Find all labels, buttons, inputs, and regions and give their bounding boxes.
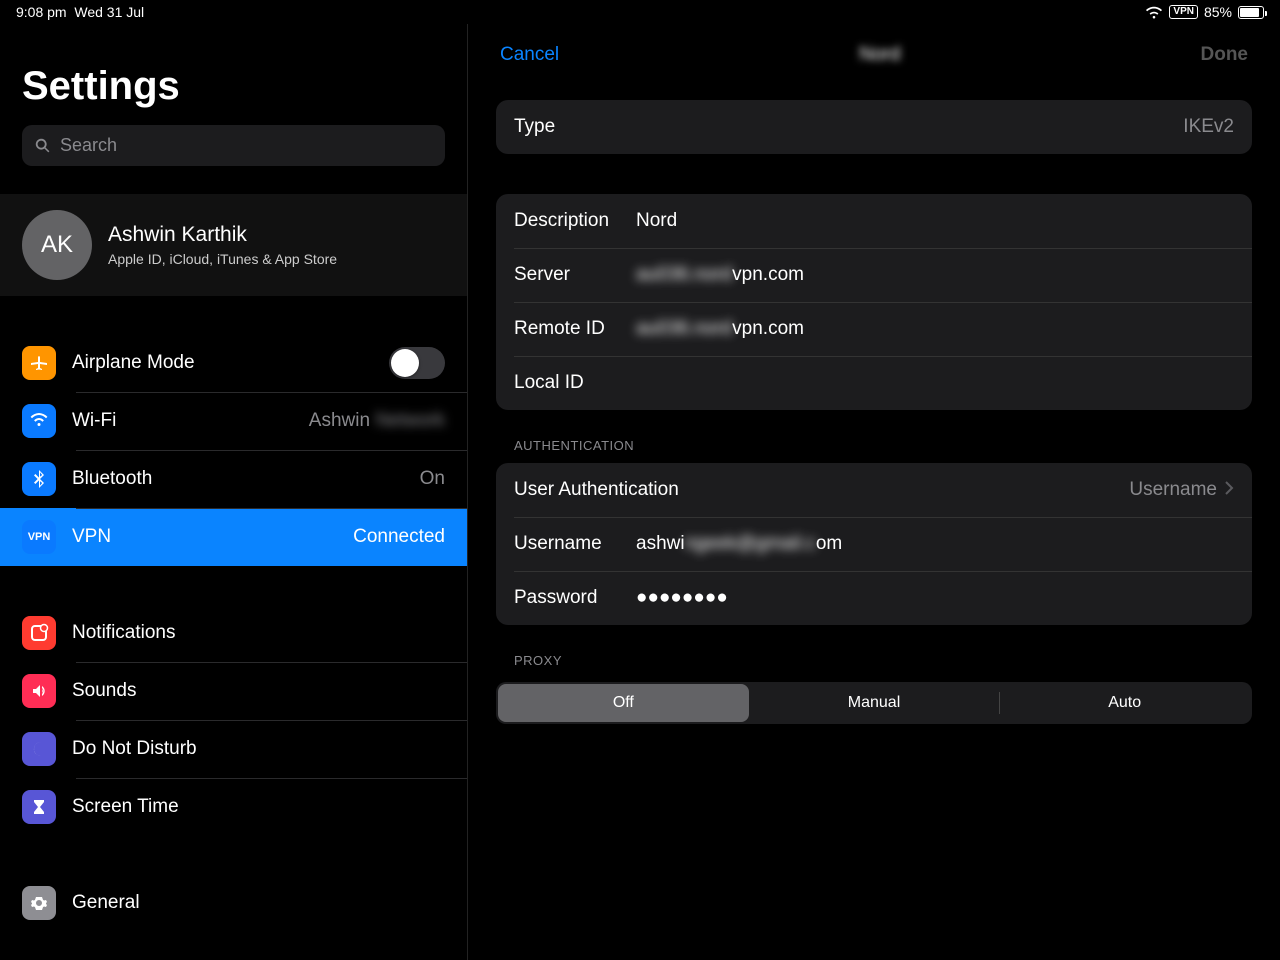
server-card: Description Nord Server au036.nordvpn.co… — [496, 194, 1252, 410]
battery-text: 85% — [1204, 4, 1232, 20]
proxy-section-header: Proxy — [514, 653, 1234, 668]
moon-icon — [22, 732, 56, 766]
userauth-row[interactable]: User Authentication Username — [496, 463, 1252, 517]
search-icon — [34, 137, 52, 155]
profile-sub: Apple ID, iCloud, iTunes & App Store — [108, 251, 337, 267]
auth-card: User Authentication Username Username as… — [496, 463, 1252, 625]
page-title: Settings — [0, 24, 467, 125]
sidebar-item-airplane[interactable]: Airplane Mode — [0, 334, 467, 392]
sidebar-item-general[interactable]: General — [0, 874, 467, 932]
vpn-badge: VPN — [1169, 5, 1198, 19]
sidebar-item-sounds[interactable]: Sounds — [0, 662, 467, 720]
notifications-icon — [22, 616, 56, 650]
profile-row[interactable]: AK Ashwin Karthik Apple ID, iCloud, iTun… — [0, 194, 467, 296]
general-label: General — [72, 892, 445, 914]
password-value: ●●●●●●●● — [636, 587, 728, 609]
notifications-label: Notifications — [72, 622, 445, 644]
bluetooth-value: On — [420, 468, 445, 490]
dnd-label: Do Not Disturb — [72, 738, 445, 760]
airplane-label: Airplane Mode — [72, 352, 373, 374]
bluetooth-label: Bluetooth — [72, 468, 404, 490]
hourglass-icon — [22, 790, 56, 824]
sidebar-item-bluetooth[interactable]: Bluetooth On — [0, 450, 467, 508]
username-value: ashwingeek@gmail.com — [636, 533, 842, 555]
remoteid-row[interactable]: Remote ID au036.nordvpn.com — [496, 302, 1252, 356]
chevron-right-icon — [1225, 479, 1234, 501]
server-value: au036.nordvpn.com — [636, 264, 804, 286]
auth-section-header: Authentication — [514, 438, 1234, 453]
sidebar-item-screentime[interactable]: Screen Time — [0, 778, 467, 836]
proxy-off[interactable]: Off — [498, 684, 749, 722]
done-button[interactable]: Done — [1201, 44, 1249, 66]
server-row[interactable]: Server au036.nordvpn.com — [496, 248, 1252, 302]
userauth-value: Username — [1129, 479, 1217, 501]
type-label: Type — [514, 116, 636, 138]
type-card: Type IKEv2 — [496, 100, 1252, 154]
type-row[interactable]: Type IKEv2 — [496, 100, 1252, 154]
gear-icon — [22, 886, 56, 920]
profile-name: Ashwin Karthik — [108, 223, 337, 247]
description-value: Nord — [636, 210, 677, 232]
proxy-segmented[interactable]: Off Manual Auto — [496, 682, 1252, 724]
proxy-manual[interactable]: Manual — [749, 684, 1000, 722]
password-row[interactable]: Password ●●●●●●●● — [496, 571, 1252, 625]
screentime-label: Screen Time — [72, 796, 445, 818]
description-row[interactable]: Description Nord — [496, 194, 1252, 248]
status-left: 9:08 pm Wed 31 Jul — [16, 4, 144, 20]
avatar: AK — [22, 210, 92, 280]
sidebar-item-wifi[interactable]: Wi-Fi Ashwin Network — [0, 392, 467, 450]
vpn-label: VPN — [72, 526, 337, 548]
airplane-toggle[interactable] — [389, 347, 445, 379]
bluetooth-icon — [22, 462, 56, 496]
sidebar-item-notifications[interactable]: Notifications — [0, 604, 467, 662]
proxy-auto[interactable]: Auto — [999, 684, 1250, 722]
wifi-icon — [22, 404, 56, 438]
username-row[interactable]: Username ashwingeek@gmail.com — [496, 517, 1252, 571]
nav-title: Nord — [559, 44, 1200, 66]
search-placeholder: Search — [60, 135, 117, 156]
status-date: Wed 31 Jul — [74, 4, 144, 20]
status-bar: 9:08 pm Wed 31 Jul VPN 85% — [0, 0, 1280, 24]
wifi-value: Ashwin Network — [309, 410, 445, 432]
status-right: VPN 85% — [1145, 4, 1264, 20]
sounds-label: Sounds — [72, 680, 445, 702]
type-value: IKEv2 — [1183, 116, 1234, 138]
battery-icon — [1238, 6, 1264, 19]
status-time: 9:08 pm — [16, 4, 67, 20]
airplane-icon — [22, 346, 56, 380]
wifi-label: Wi-Fi — [72, 410, 293, 432]
search-input[interactable]: Search — [22, 125, 445, 166]
sounds-icon — [22, 674, 56, 708]
vpn-value: Connected — [353, 526, 445, 548]
nav-header: Cancel Nord Done — [496, 24, 1252, 84]
localid-row[interactable]: Local ID — [496, 356, 1252, 410]
wifi-icon — [1145, 6, 1163, 19]
detail-pane: Cancel Nord Done Type IKEv2 Description … — [468, 24, 1280, 960]
sidebar-item-vpn[interactable]: VPN VPN Connected — [0, 508, 467, 566]
remoteid-value: au036.nordvpn.com — [636, 318, 804, 340]
sidebar: Settings Search AK Ashwin Karthik Apple … — [0, 24, 468, 960]
vpn-icon: VPN — [22, 520, 56, 554]
cancel-button[interactable]: Cancel — [500, 44, 559, 66]
sidebar-item-dnd[interactable]: Do Not Disturb — [0, 720, 467, 778]
